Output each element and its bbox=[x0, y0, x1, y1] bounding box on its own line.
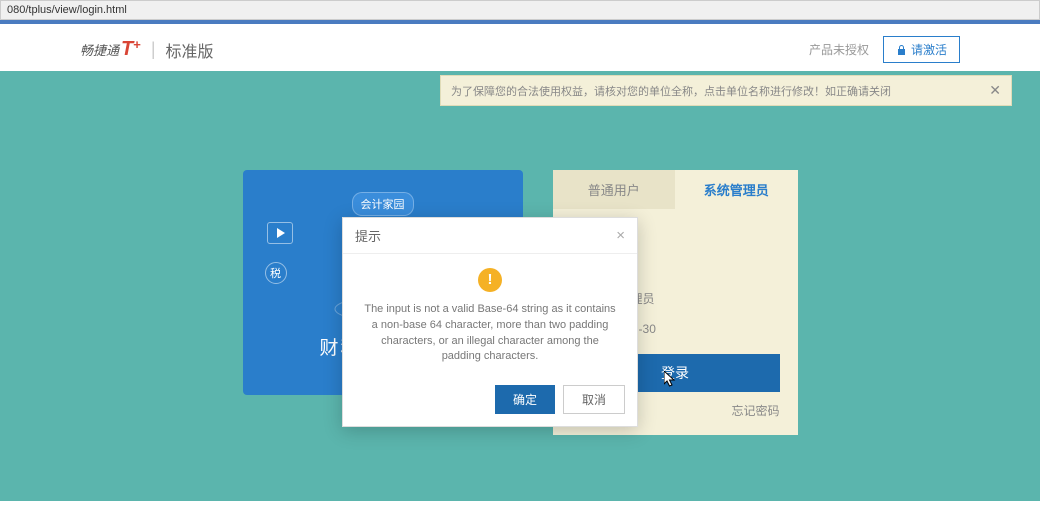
play-icon bbox=[267, 222, 293, 244]
notice-text: 为了保障您的合法使用权益，请核对您的单位全称，点击单位名称进行修改！如正确请关闭 bbox=[451, 83, 891, 99]
url-bar[interactable]: 080/tplus/view/login.html bbox=[0, 0, 1040, 20]
product-t: T bbox=[121, 38, 133, 61]
forgot-password-link[interactable]: 忘记密码 bbox=[731, 404, 779, 418]
header-right: 产品未授权 请激活 bbox=[809, 36, 960, 63]
logo-divider: | bbox=[151, 39, 156, 60]
modal-header: 提示 × bbox=[343, 218, 637, 254]
not-authorized-label: 产品未授权 bbox=[809, 41, 869, 58]
main-area: 为了保障您的合法使用权益，请核对您的单位全称，点击单位名称进行修改！如正确请关闭… bbox=[0, 71, 1040, 501]
notice-bar: 为了保障您的合法使用权益，请核对您的单位全称，点击单位名称进行修改！如正确请关闭… bbox=[440, 75, 1012, 106]
lock-icon bbox=[896, 44, 907, 56]
login-tabs: 普通用户 系统管理员 bbox=[553, 170, 798, 209]
close-icon[interactable]: × bbox=[616, 227, 625, 244]
modal-title: 提示 bbox=[355, 226, 381, 245]
close-icon[interactable]: ✕ bbox=[989, 82, 1001, 99]
alert-modal: 提示 × ! The input is not a valid Base-64 … bbox=[342, 217, 638, 428]
modal-body: ! The input is not a valid Base-64 strin… bbox=[343, 254, 637, 376]
cancel-button[interactable]: 取消 bbox=[563, 385, 625, 414]
header: 畅捷通 T + | 标准版 产品未授权 请激活 bbox=[80, 24, 960, 71]
tab-normal-user[interactable]: 普通用户 bbox=[553, 170, 676, 209]
logo: 畅捷通 T + | 标准版 bbox=[80, 38, 214, 62]
edition-label: 标准版 bbox=[166, 38, 214, 62]
product-plus: + bbox=[133, 37, 141, 52]
modal-message: The input is not a valid Base-64 string … bbox=[361, 302, 619, 366]
tax-icon: 税 bbox=[265, 262, 287, 284]
activate-label: 请激活 bbox=[911, 41, 947, 58]
warning-icon: ! bbox=[478, 268, 502, 292]
ok-button[interactable]: 确定 bbox=[495, 385, 555, 414]
tab-system-admin[interactable]: 系统管理员 bbox=[675, 170, 798, 209]
activate-button[interactable]: 请激活 bbox=[883, 36, 960, 63]
brand-text: 畅捷通 bbox=[80, 40, 119, 59]
banner-badge: 会计家园 bbox=[352, 192, 414, 216]
modal-footer: 确定 取消 bbox=[343, 375, 637, 426]
